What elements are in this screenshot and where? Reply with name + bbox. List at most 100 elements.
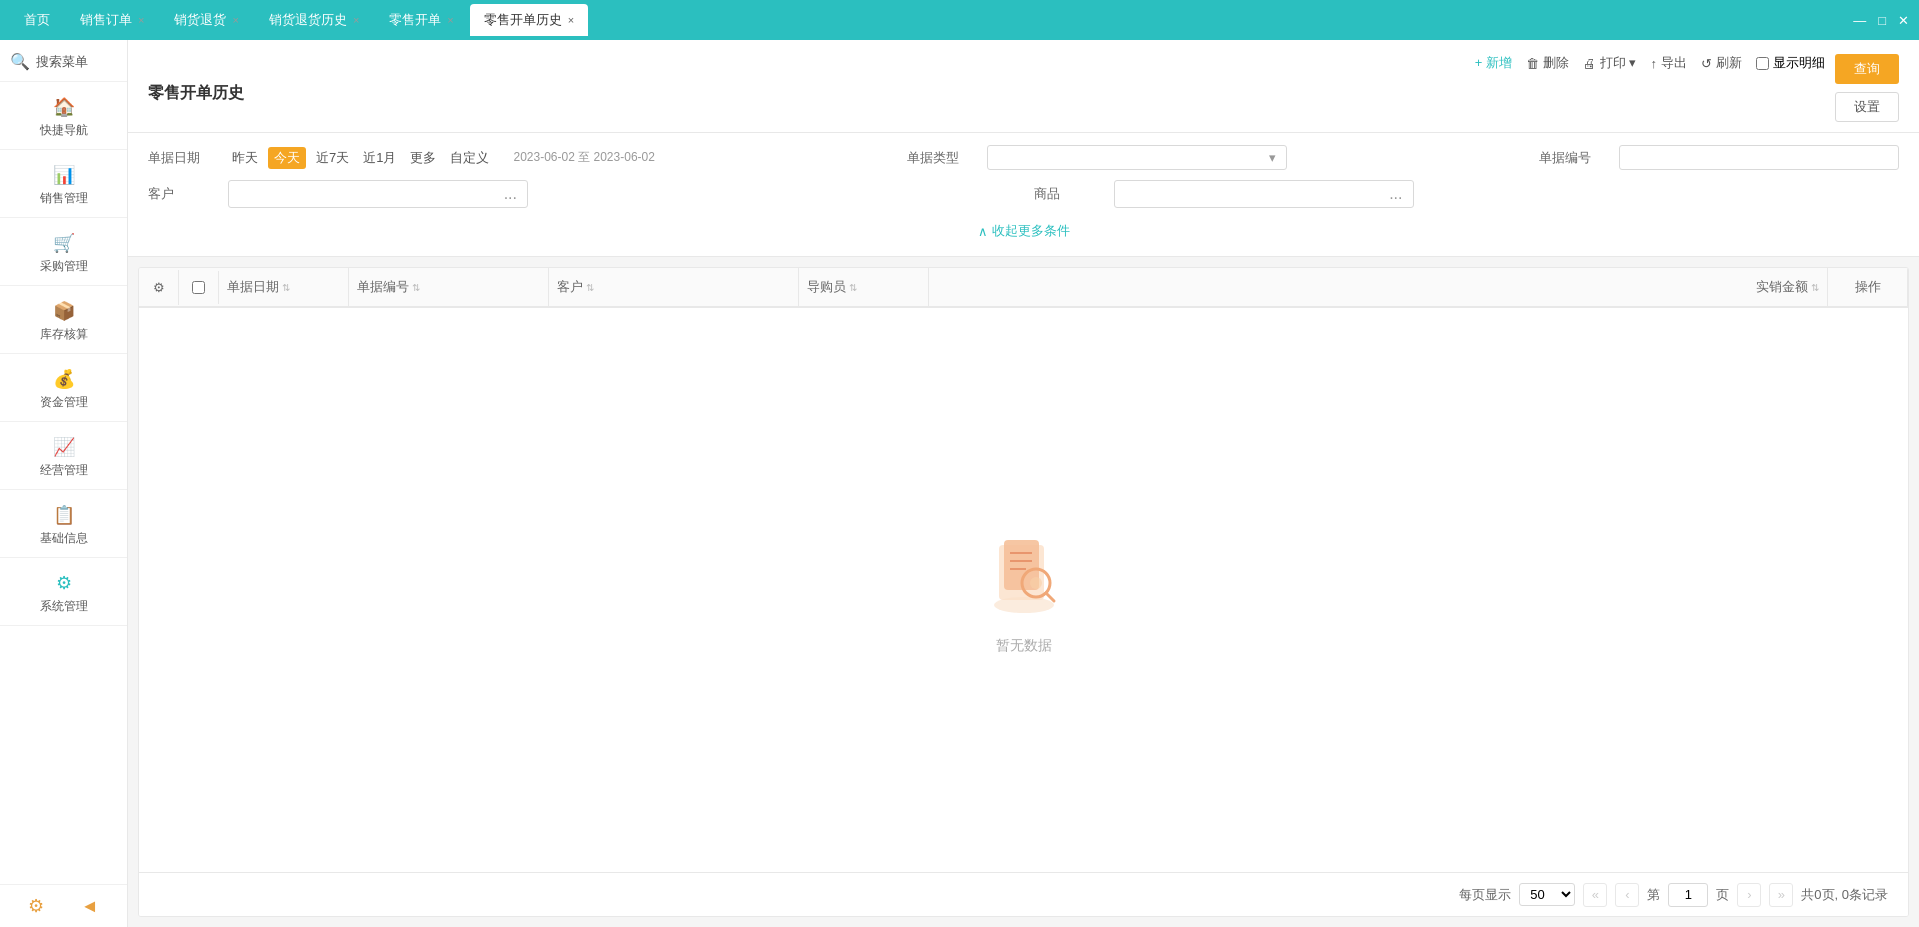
sidebar-item-purchase[interactable]: 🛒 采购管理: [0, 218, 127, 286]
sort-amount-icon: ⇅: [1811, 282, 1819, 293]
bill-type-arrow: ▾: [1269, 150, 1276, 165]
date-options: 昨天 今天 近7天 近1月 更多 自定义: [228, 147, 493, 169]
collapse-filter-button[interactable]: ∧ 收起更多条件: [148, 218, 1899, 244]
first-page-button[interactable]: «: [1583, 883, 1607, 907]
tab-home[interactable]: 首页: [10, 4, 64, 36]
date-opt-today[interactable]: 今天: [268, 147, 306, 169]
col-guide[interactable]: 导购员 ⇅: [799, 268, 929, 306]
delete-button[interactable]: 🗑 删除: [1526, 54, 1569, 72]
maximize-button[interactable]: □: [1878, 13, 1886, 28]
finance-label: 资金管理: [40, 394, 88, 411]
tab-sales-order[interactable]: 销售订单 ×: [66, 4, 158, 36]
last-page-button[interactable]: »: [1769, 883, 1793, 907]
col-customer-label: 客户: [557, 278, 583, 296]
sidebar-search[interactable]: 🔍 搜索菜单: [0, 40, 127, 82]
page-size-select[interactable]: 50 10 20 100: [1519, 883, 1575, 906]
tab-retail-open-history-close[interactable]: ×: [568, 14, 574, 26]
quick-nav-icon: 🏠: [53, 96, 75, 118]
tab-sales-return[interactable]: 销货退货 ×: [160, 4, 252, 36]
tab-retail-open-close[interactable]: ×: [447, 14, 453, 26]
sidebar-item-finance[interactable]: 💰 资金管理: [0, 354, 127, 422]
tab-sales-return-history-close[interactable]: ×: [353, 14, 359, 26]
content-area: 零售开单历史 + 新增 🗑 删除 🖨 打印 ▾: [128, 40, 1919, 927]
query-button[interactable]: 查询: [1835, 54, 1899, 84]
tab-retail-open-history[interactable]: 零售开单历史 ×: [470, 4, 588, 36]
date-opt-custom[interactable]: 自定义: [446, 147, 493, 169]
base-info-label: 基础信息: [40, 530, 88, 547]
sidebar-item-system[interactable]: ⚙ 系统管理: [0, 558, 127, 626]
bill-type-select[interactable]: ▾: [987, 145, 1287, 170]
col-operation-label: 操作: [1855, 278, 1881, 296]
table-area: ⚙ 单据日期 ⇅ 单据编号 ⇅ 客户 ⇅ 导购员 ⇅: [138, 267, 1909, 917]
page-size-label: 每页显示: [1459, 886, 1511, 904]
tab-sales-return-close[interactable]: ×: [232, 14, 238, 26]
print-button[interactable]: 🖨 打印 ▾: [1583, 54, 1637, 72]
col-date[interactable]: 单据日期 ⇅: [219, 268, 349, 306]
date-opt-1month[interactable]: 近1月: [359, 147, 400, 169]
settings-bottom-icon[interactable]: ⚙: [28, 895, 44, 917]
date-label: 单据日期: [148, 149, 208, 167]
minimize-button[interactable]: —: [1853, 13, 1866, 28]
customer-value: [239, 187, 243, 202]
top-navigation: 首页 销售订单 × 销货退货 × 销货退货历史 × 零售开单 × 零售开单历史 …: [0, 0, 1919, 40]
col-guide-label: 导购员: [807, 278, 846, 296]
customer-label: 客户: [148, 185, 208, 203]
collapse-sidebar-icon[interactable]: ◄: [81, 896, 99, 917]
bill-no-label: 单据编号: [1539, 149, 1599, 167]
tab-sales-return-label: 销货退货: [174, 11, 226, 29]
table-checkbox-all[interactable]: [179, 271, 219, 304]
svg-point-8: [1030, 577, 1042, 589]
page-word: 第: [1647, 886, 1660, 904]
delete-icon: 🗑: [1526, 56, 1539, 71]
bill-type-label: 单据类型: [907, 149, 967, 167]
sidebar-item-base-info[interactable]: 📋 基础信息: [0, 490, 127, 558]
tab-sales-order-close[interactable]: ×: [138, 14, 144, 26]
customer-select[interactable]: ...: [228, 180, 528, 208]
tab-retail-open[interactable]: 零售开单 ×: [375, 4, 467, 36]
toolbar: + 新增 🗑 删除 🖨 打印 ▾ ↑ 导出: [1475, 54, 1825, 72]
next-page-button[interactable]: ›: [1737, 883, 1761, 907]
bill-type-value: [998, 150, 1002, 165]
sort-bill-no-icon: ⇅: [412, 282, 420, 293]
inventory-icon: 📦: [53, 300, 75, 322]
sidebar-item-inventory[interactable]: 📦 库存核算: [0, 286, 127, 354]
table-settings-icon[interactable]: ⚙: [139, 270, 179, 305]
select-all-checkbox[interactable]: [192, 281, 205, 294]
date-opt-7days[interactable]: 近7天: [312, 147, 353, 169]
date-opt-yesterday[interactable]: 昨天: [228, 147, 262, 169]
col-customer[interactable]: 客户 ⇅: [549, 268, 799, 306]
last-page-icon: »: [1778, 887, 1785, 902]
main-layout: 🔍 搜索菜单 🏠 快捷导航 📊 销售管理 🛒 采购管理 📦 库存核算 💰 资金管…: [0, 40, 1919, 927]
base-info-icon: 📋: [53, 504, 75, 526]
prev-page-button[interactable]: ‹: [1615, 883, 1639, 907]
col-amount[interactable]: 实销金额 ⇅: [1708, 268, 1828, 306]
close-button[interactable]: ✕: [1898, 13, 1909, 28]
sidebar-item-quick-nav[interactable]: 🏠 快捷导航: [0, 82, 127, 150]
sort-date-icon: ⇅: [282, 282, 290, 293]
bill-no-input[interactable]: [1619, 145, 1899, 170]
finance-icon: 💰: [53, 368, 75, 390]
current-page-input[interactable]: [1668, 883, 1708, 907]
purchase-label: 采购管理: [40, 258, 88, 275]
date-opt-more[interactable]: 更多: [406, 147, 440, 169]
display-detail-checkbox[interactable]: [1756, 57, 1769, 70]
total-info: 共0页, 0条记录: [1801, 886, 1888, 904]
operations-icon: 📈: [53, 436, 75, 458]
filter-settings-button[interactable]: 设置: [1835, 92, 1899, 122]
customer-dots-icon: ...: [504, 185, 517, 203]
display-detail-label: 显示明细: [1773, 54, 1825, 72]
goods-dots-icon: ...: [1389, 185, 1402, 203]
export-icon: ↑: [1651, 56, 1658, 71]
col-bill-no[interactable]: 单据编号 ⇅: [349, 268, 549, 306]
add-button[interactable]: + 新增: [1475, 54, 1512, 72]
export-button[interactable]: ↑ 导出: [1651, 54, 1688, 72]
display-detail-toggle[interactable]: 显示明细: [1756, 54, 1825, 72]
purchase-icon: 🛒: [53, 232, 75, 254]
tab-sales-return-history[interactable]: 销货退货历史 ×: [255, 4, 373, 36]
tab-home-label: 首页: [24, 11, 50, 29]
sidebar-item-operations[interactable]: 📈 经营管理: [0, 422, 127, 490]
refresh-button[interactable]: ↺ 刷新: [1701, 54, 1742, 72]
sidebar-item-sales[interactable]: 📊 销售管理: [0, 150, 127, 218]
pagination: 每页显示 50 10 20 100 « ‹ 第 页 ›: [139, 872, 1908, 916]
goods-select[interactable]: ...: [1114, 180, 1414, 208]
